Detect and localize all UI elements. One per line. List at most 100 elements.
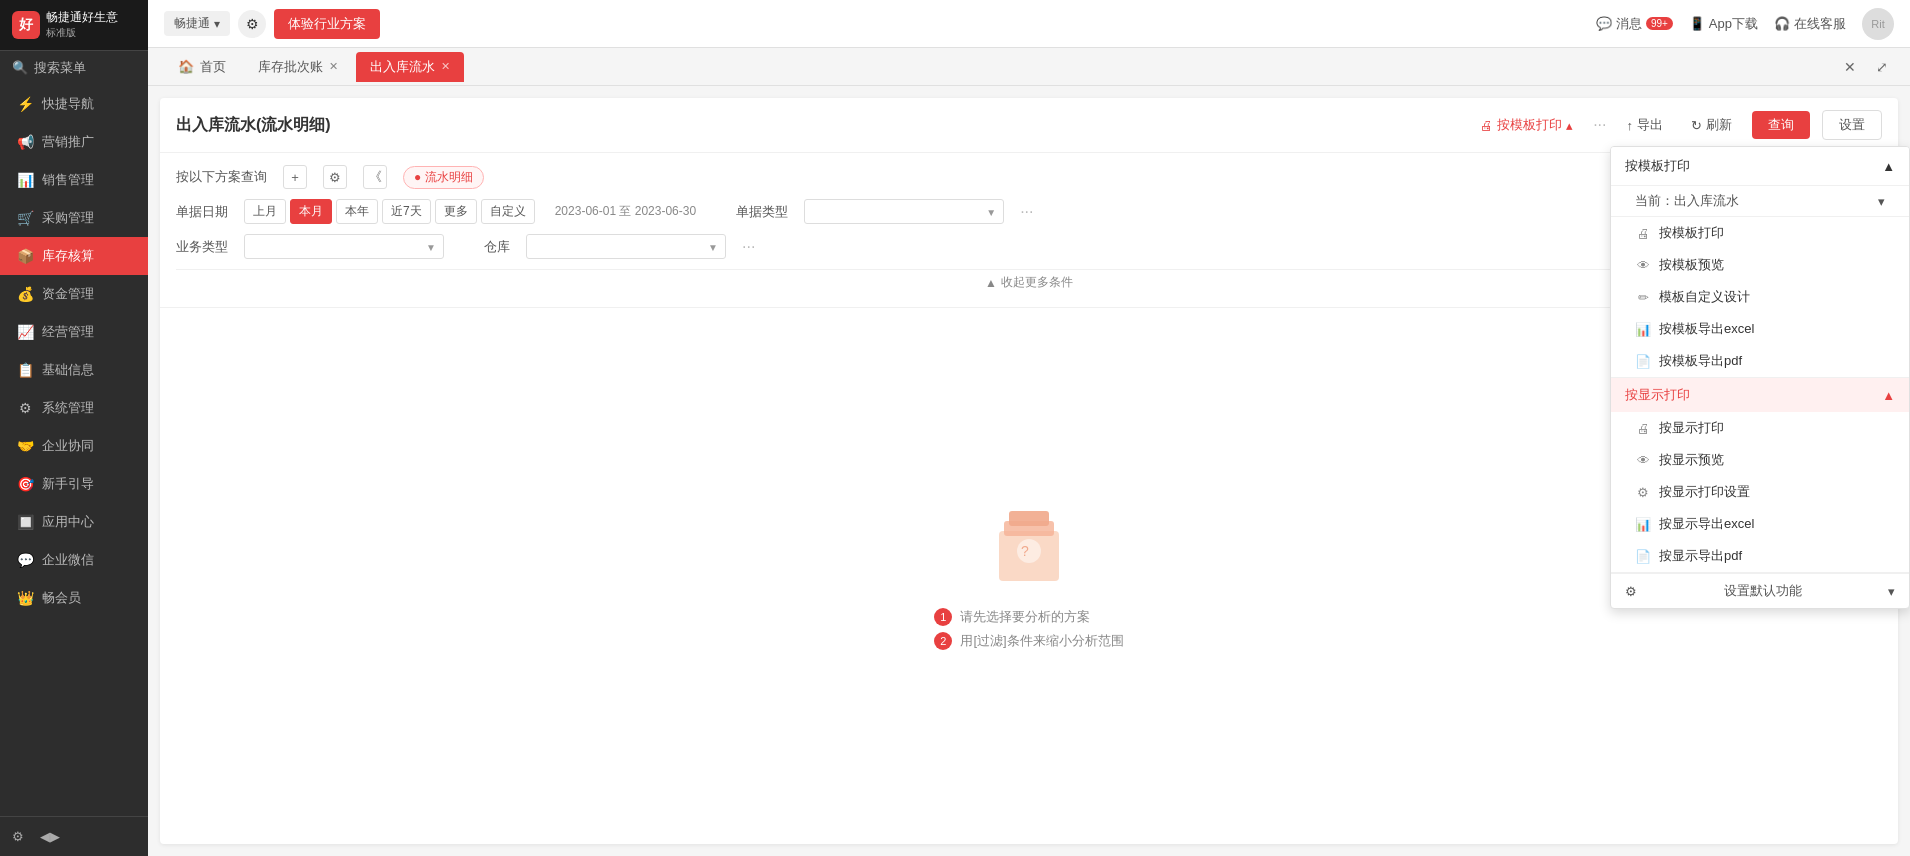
template-excel-label: 按模板导出excel xyxy=(1659,320,1754,338)
doc-type-select[interactable] xyxy=(804,199,1004,224)
purchase-icon: 🛒 xyxy=(16,210,34,226)
sidebar-settings-icon[interactable]: ⚙ xyxy=(12,829,24,844)
online-service-btn[interactable]: 🎧 在线客服 xyxy=(1774,15,1846,33)
tab-flow-detail-label: 出入库流水 xyxy=(370,58,435,76)
sidebar-item-label: 基础信息 xyxy=(42,361,94,379)
sidebar-item-label: 营销推广 xyxy=(42,133,94,151)
export-btn[interactable]: ↑ 导出 xyxy=(1619,112,1672,138)
collab-icon: 🤝 xyxy=(16,438,34,454)
app-logo-icon: 好 xyxy=(12,11,40,39)
display-excel-icon: 📊 xyxy=(1635,517,1651,532)
filter-collapse-btn[interactable]: 《 xyxy=(363,165,387,189)
sidebar-item-label: 应用中心 xyxy=(42,513,94,531)
dropdown-item-template-pdf[interactable]: 📄 按模板导出pdf xyxy=(1611,345,1909,377)
sidebar-item-guide[interactable]: 🎯 新手引导 xyxy=(0,465,148,503)
dropdown-item-template-excel[interactable]: 📊 按模板导出excel xyxy=(1611,313,1909,345)
sidebar-item-base-info[interactable]: 📋 基础信息 xyxy=(0,351,148,389)
dropdown-item-template-preview[interactable]: 👁 按模板预览 xyxy=(1611,249,1909,281)
tab-flow-detail[interactable]: 出入库流水 ✕ xyxy=(356,52,464,82)
export-icon: ↑ xyxy=(1627,118,1634,133)
display-settings-label: 按显示打印设置 xyxy=(1659,483,1750,501)
sidebar-item-system[interactable]: ⚙ 系统管理 xyxy=(0,389,148,427)
app-download-label: App下载 xyxy=(1709,15,1758,33)
footer-chevron: ▾ xyxy=(1888,584,1895,599)
date-btn-more[interactable]: 更多 xyxy=(435,199,477,224)
sidebar-item-label: 采购管理 xyxy=(42,209,94,227)
query-btn[interactable]: 查询 xyxy=(1752,111,1810,139)
template-pdf-label: 按模板导出pdf xyxy=(1659,352,1742,370)
display-preview-icon: 👁 xyxy=(1635,453,1651,468)
sidebar-item-collab[interactable]: 🤝 企业协同 xyxy=(0,427,148,465)
dropdown-item-template-design[interactable]: ✏ 模板自定义设计 xyxy=(1611,281,1909,313)
dropdown-item-display-settings[interactable]: ⚙ 按显示打印设置 xyxy=(1611,476,1909,508)
empty-steps-list: 1 请先选择要分析的方案 2 用[过滤]条件来缩小分析范围 xyxy=(934,608,1123,656)
doc-type-more-icon[interactable]: ··· xyxy=(1020,203,1033,221)
app-download-btn[interactable]: 📱 App下载 xyxy=(1689,15,1758,33)
date-btn-7days[interactable]: 近7天 xyxy=(382,199,431,224)
date-btn-custom[interactable]: 自定义 xyxy=(481,199,535,224)
operations-icon: 📈 xyxy=(16,324,34,340)
sidebar-search[interactable]: 🔍 搜索菜单 xyxy=(0,51,148,85)
display-print-section[interactable]: 按显示打印 ▲ xyxy=(1611,378,1909,412)
sidebar-item-app-center[interactable]: 🔲 应用中心 xyxy=(0,503,148,541)
filter-settings-btn[interactable]: ⚙ xyxy=(323,165,347,189)
close-batch-account-tab[interactable]: ✕ xyxy=(329,60,338,73)
warehouse-select[interactable] xyxy=(526,234,726,259)
dropdown-item-display-excel[interactable]: 📊 按显示导出excel xyxy=(1611,508,1909,540)
close-flow-detail-tab[interactable]: ✕ xyxy=(441,60,450,73)
inventory-icon: 📦 xyxy=(16,248,34,264)
message-badge: 99+ xyxy=(1646,17,1673,30)
display-print-section-label: 按显示打印 xyxy=(1625,386,1690,404)
tab-batch-account[interactable]: 库存批次账 ✕ xyxy=(244,52,352,82)
sidebar-item-marketing[interactable]: 📢 营销推广 xyxy=(0,123,148,161)
empty-illustration: ? xyxy=(979,496,1079,596)
tabs-expand-btn[interactable]: ⤢ xyxy=(1870,55,1894,79)
sidebar-item-finance[interactable]: 💰 资金管理 xyxy=(0,275,148,313)
dropdown-footer-default[interactable]: ⚙ 设置默认功能 ▾ xyxy=(1611,573,1909,608)
refresh-btn[interactable]: ↻ 刷新 xyxy=(1683,112,1740,138)
tabs-close-btn[interactable]: ✕ xyxy=(1838,55,1862,79)
sidebar-collapse-btn[interactable]: ◀▶ xyxy=(40,829,60,844)
template-preview-label: 按模板预览 xyxy=(1659,256,1724,274)
sidebar-item-purchase[interactable]: 🛒 采购管理 xyxy=(0,199,148,237)
date-btn-this-month[interactable]: 本月 xyxy=(290,199,332,224)
sidebar-item-wechat[interactable]: 💬 企业微信 xyxy=(0,541,148,579)
tab-home[interactable]: 🏠 首页 xyxy=(164,52,240,82)
sidebar-item-sales[interactable]: 📊 销售管理 xyxy=(0,161,148,199)
date-btn-last-month[interactable]: 上月 xyxy=(244,199,286,224)
sidebar-item-label: 库存核算 xyxy=(42,247,94,265)
warehouse-more-icon[interactable]: ··· xyxy=(742,238,755,256)
dropdown-item-display-preview[interactable]: 👁 按显示预览 xyxy=(1611,444,1909,476)
industry-btn[interactable]: 体验行业方案 xyxy=(274,9,380,39)
preview-icon: 👁 xyxy=(1635,258,1651,273)
dropdown-item-display-pdf[interactable]: 📄 按显示导出pdf xyxy=(1611,540,1909,572)
print-template-btn[interactable]: 🖨 按模板打印 ▴ xyxy=(1472,112,1581,138)
footer-settings-icon: ⚙ xyxy=(1625,584,1637,599)
settings-gear-btn[interactable]: ⚙ xyxy=(238,10,266,38)
dropdown-item-display-print[interactable]: 🖨 按显示打印 xyxy=(1611,412,1909,444)
sidebar-nav: ⚡ 快捷导航 📢 营销推广 📊 销售管理 🛒 采购管理 📦 库存核算 💰 资金管… xyxy=(0,85,148,816)
dropdown-item-template-print[interactable]: 🖨 按模板打印 xyxy=(1611,217,1909,249)
sidebar-item-inventory[interactable]: 📦 库存核算 xyxy=(0,237,148,275)
display-print-chevron: ▲ xyxy=(1882,388,1895,403)
topbar-left: 畅捷通 ▾ ⚙ 体验行业方案 xyxy=(164,9,1584,39)
display-preview-label: 按显示预览 xyxy=(1659,451,1724,469)
headset-icon: 🎧 xyxy=(1774,16,1790,31)
sidebar-bottom: ⚙ ◀▶ xyxy=(0,816,148,856)
more-dots[interactable]: ··· xyxy=(1593,116,1606,134)
active-filter-tag[interactable]: ● 流水明细 xyxy=(403,166,484,189)
date-btn-this-year[interactable]: 本年 xyxy=(336,199,378,224)
print-icon: 🖨 xyxy=(1635,226,1651,241)
sidebar-item-operations[interactable]: 📈 经营管理 xyxy=(0,313,148,351)
display-excel-label: 按显示导出excel xyxy=(1659,515,1754,533)
user-info[interactable]: 畅捷通 ▾ xyxy=(164,11,230,36)
query-label: 按以下方案查询 xyxy=(176,168,267,186)
sidebar-item-member[interactable]: 👑 畅会员 xyxy=(0,579,148,617)
biz-type-select[interactable] xyxy=(244,234,444,259)
message-btn[interactable]: 💬 消息 99+ xyxy=(1596,15,1673,33)
sidebar-item-quick-nav[interactable]: ⚡ 快捷导航 xyxy=(0,85,148,123)
add-filter-btn[interactable]: + xyxy=(283,165,307,189)
app-download-icon: 📱 xyxy=(1689,16,1705,31)
settings-btn[interactable]: 设置 xyxy=(1822,110,1882,140)
user-avatar[interactable]: Rit xyxy=(1862,8,1894,40)
